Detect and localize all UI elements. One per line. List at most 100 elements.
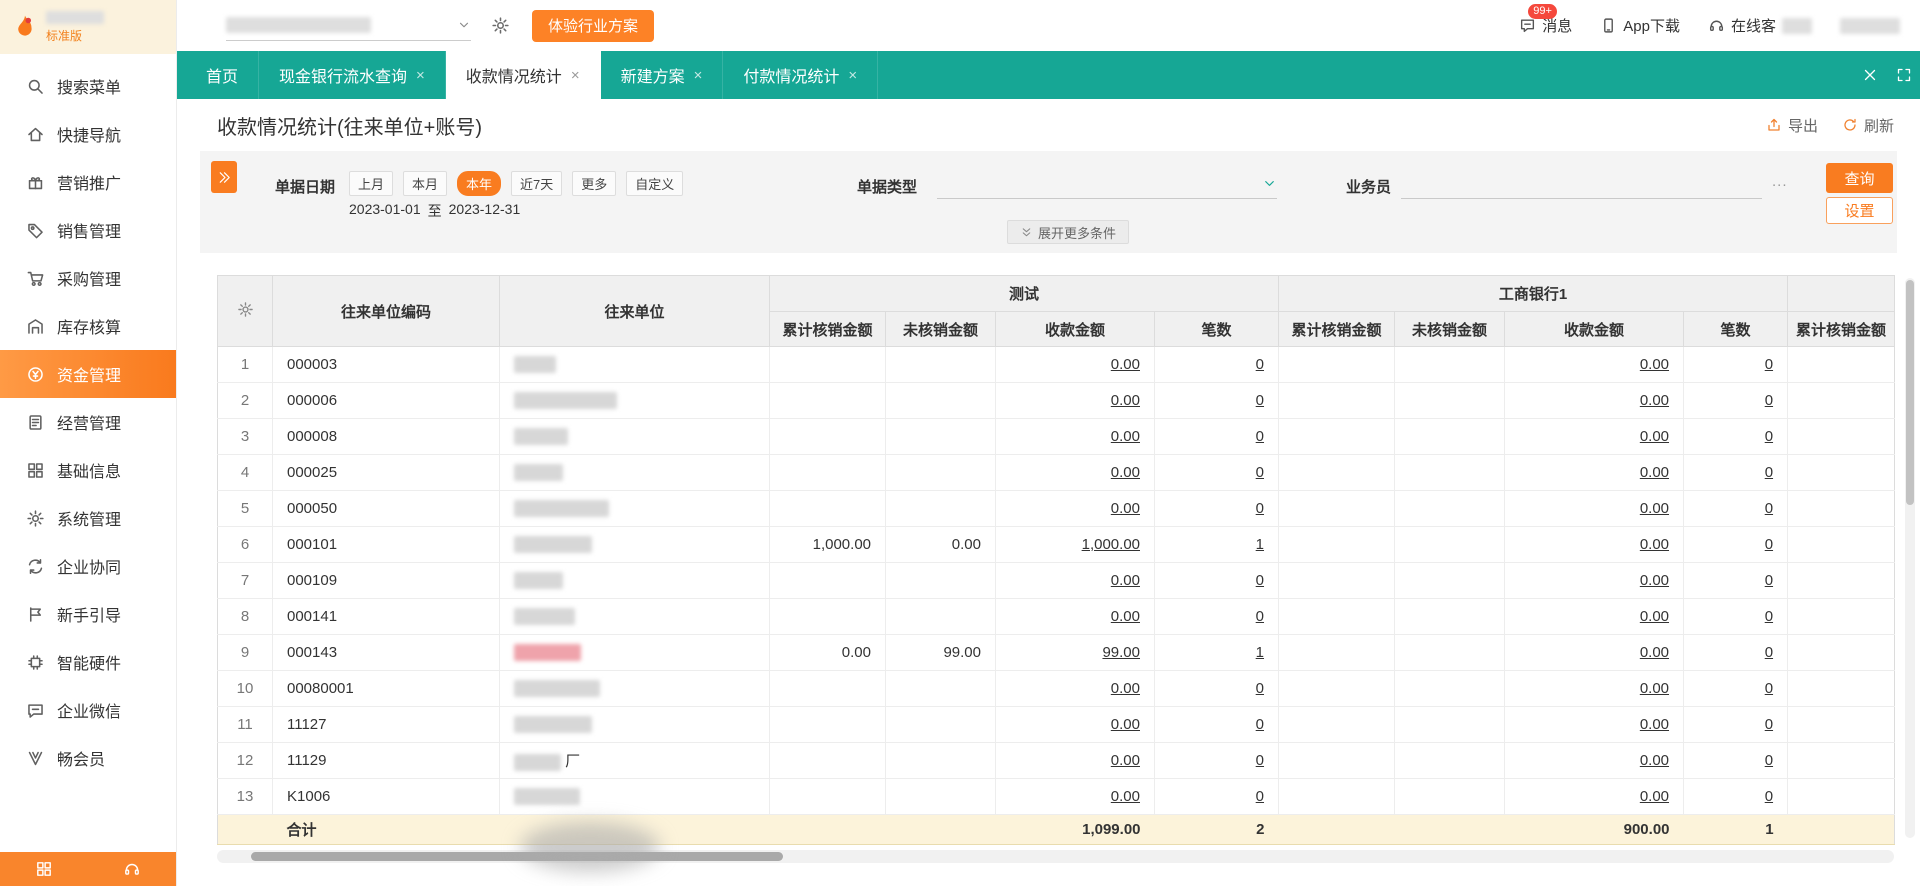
sidebar-item-system[interactable]: 系统管理 bbox=[0, 494, 176, 542]
amount-link[interactable]: 99.00 bbox=[1102, 644, 1140, 661]
amount-link[interactable]: 0.00 bbox=[1111, 500, 1140, 517]
date-chip-0[interactable]: 上月 bbox=[349, 171, 394, 196]
count-link[interactable]: 0 bbox=[1765, 500, 1773, 517]
amount-link[interactable]: 0.00 bbox=[1640, 464, 1669, 481]
count-link[interactable]: 0 bbox=[1765, 644, 1773, 661]
settings-button[interactable]: 设置 bbox=[1826, 197, 1893, 224]
amount-link[interactable]: 0.00 bbox=[1640, 356, 1669, 373]
salesman-more-button[interactable]: ... bbox=[1772, 173, 1788, 190]
date-chip-1[interactable]: 本月 bbox=[403, 171, 448, 196]
trial-button[interactable]: 体验行业方案 bbox=[532, 9, 655, 42]
count-link[interactable]: 0 bbox=[1256, 392, 1264, 409]
tab-4[interactable]: 付款情况统计 × bbox=[723, 51, 879, 99]
count-link[interactable]: 0 bbox=[1256, 428, 1264, 445]
amount-link[interactable]: 0.00 bbox=[1111, 752, 1140, 769]
sidebar-item-wechat[interactable]: 企业微信 bbox=[0, 686, 176, 734]
count-link[interactable]: 1 bbox=[1256, 644, 1264, 661]
amount-link[interactable]: 0.00 bbox=[1640, 536, 1669, 553]
amount-link[interactable]: 0.00 bbox=[1111, 464, 1140, 481]
count-link[interactable]: 0 bbox=[1256, 500, 1264, 517]
messages-button[interactable]: 99+ 消息 bbox=[1519, 4, 1572, 36]
count-link[interactable]: 0 bbox=[1256, 464, 1264, 481]
sidebar-item-operations[interactable]: 经营管理 bbox=[0, 398, 176, 446]
amount-link[interactable]: 0.00 bbox=[1640, 500, 1669, 517]
count-link[interactable]: 0 bbox=[1765, 464, 1773, 481]
amount-link[interactable]: 0.00 bbox=[1111, 392, 1140, 409]
sidebar-item-purchase[interactable]: 采购管理 bbox=[0, 254, 176, 302]
count-link[interactable]: 0 bbox=[1256, 752, 1264, 769]
date-chip-3[interactable]: 近7天 bbox=[511, 171, 563, 196]
amount-link[interactable]: 0.00 bbox=[1640, 392, 1669, 409]
tab-1[interactable]: 现金银行流水查询 × bbox=[259, 51, 446, 99]
amount-link[interactable]: 0.00 bbox=[1640, 572, 1669, 589]
amount-link[interactable]: 1,000.00 bbox=[1082, 536, 1140, 553]
fullscreen-icon[interactable] bbox=[1896, 67, 1912, 83]
count-link[interactable]: 0 bbox=[1765, 608, 1773, 625]
horizontal-scroll-thumb[interactable] bbox=[251, 852, 783, 861]
amount-link[interactable]: 0.00 bbox=[1111, 572, 1140, 589]
refresh-button[interactable]: 刷新 bbox=[1842, 115, 1894, 136]
sidebar-item-marketing[interactable]: 营销推广 bbox=[0, 158, 176, 206]
tab-2[interactable]: 收款情况统计 × bbox=[445, 51, 601, 99]
amount-link[interactable]: 0.00 bbox=[1640, 716, 1669, 733]
amount-link[interactable]: 0.00 bbox=[1111, 716, 1140, 733]
support-headset-icon[interactable] bbox=[123, 860, 141, 878]
count-link[interactable]: 0 bbox=[1256, 716, 1264, 733]
query-button[interactable]: 查询 bbox=[1826, 163, 1893, 193]
export-button[interactable]: 导出 bbox=[1766, 115, 1818, 136]
count-link[interactable]: 0 bbox=[1765, 572, 1773, 589]
tab-3[interactable]: 新建方案 × bbox=[601, 51, 724, 99]
gear-icon[interactable] bbox=[491, 16, 510, 35]
amount-link[interactable]: 0.00 bbox=[1111, 428, 1140, 445]
count-link[interactable]: 0 bbox=[1765, 356, 1773, 373]
count-link[interactable]: 0 bbox=[1256, 788, 1264, 805]
count-link[interactable]: 0 bbox=[1765, 536, 1773, 553]
date-range[interactable]: 2023-01-01 至 2023-12-31 bbox=[349, 201, 520, 221]
tab-close-icon[interactable]: × bbox=[416, 67, 425, 84]
count-link[interactable]: 0 bbox=[1765, 716, 1773, 733]
horizontal-scrollbar[interactable] bbox=[217, 850, 1894, 863]
tab-close-icon[interactable]: × bbox=[848, 67, 857, 84]
sidebar-item-sales[interactable]: 销售管理 bbox=[0, 206, 176, 254]
vertical-scroll-thumb[interactable] bbox=[1906, 280, 1914, 505]
date-chip-5[interactable]: 自定义 bbox=[626, 171, 684, 196]
collapse-filter-button[interactable] bbox=[211, 161, 237, 193]
amount-link[interactable]: 0.00 bbox=[1111, 356, 1140, 373]
sidebar-item-guide[interactable]: 新手引导 bbox=[0, 590, 176, 638]
org-select[interactable] bbox=[226, 11, 471, 41]
amount-link[interactable]: 0.00 bbox=[1111, 788, 1140, 805]
count-link[interactable]: 1 bbox=[1256, 536, 1264, 553]
amount-link[interactable]: 0.00 bbox=[1640, 752, 1669, 769]
amount-link[interactable]: 0.00 bbox=[1111, 608, 1140, 625]
count-link[interactable]: 0 bbox=[1765, 428, 1773, 445]
count-link[interactable]: 0 bbox=[1256, 680, 1264, 697]
count-link[interactable]: 0 bbox=[1256, 572, 1264, 589]
amount-link[interactable]: 0.00 bbox=[1640, 428, 1669, 445]
column-settings-icon[interactable] bbox=[237, 301, 254, 318]
amount-link[interactable]: 0.00 bbox=[1111, 680, 1140, 697]
sidebar-item-inventory[interactable]: 库存核算 bbox=[0, 302, 176, 350]
date-from[interactable]: 2023-01-01 bbox=[349, 201, 421, 221]
date-chip-2[interactable]: 本年 bbox=[457, 171, 502, 196]
sidebar-item-funds[interactable]: 资金管理 bbox=[0, 350, 176, 398]
count-link[interactable]: 0 bbox=[1256, 608, 1264, 625]
close-tabs-icon[interactable] bbox=[1862, 67, 1878, 83]
count-link[interactable]: 0 bbox=[1765, 788, 1773, 805]
tab-close-icon[interactable]: × bbox=[571, 67, 580, 84]
date-to[interactable]: 2023-12-31 bbox=[449, 201, 521, 221]
tab-0[interactable]: 首页 bbox=[186, 51, 260, 99]
online-service-button[interactable]: 在线客 bbox=[1708, 15, 1812, 36]
count-link[interactable]: 0 bbox=[1765, 392, 1773, 409]
amount-link[interactable]: 0.00 bbox=[1640, 644, 1669, 661]
amount-link[interactable]: 0.00 bbox=[1640, 680, 1669, 697]
tab-close-icon[interactable]: × bbox=[694, 67, 703, 84]
vertical-scrollbar[interactable] bbox=[1905, 278, 1915, 838]
amount-link[interactable]: 0.00 bbox=[1640, 608, 1669, 625]
sidebar-item-member[interactable]: 畅会员 bbox=[0, 734, 176, 782]
salesman-input[interactable] bbox=[1401, 169, 1762, 199]
date-chip-4[interactable]: 更多 bbox=[572, 171, 617, 196]
sidebar-item-basic-info[interactable]: 基础信息 bbox=[0, 446, 176, 494]
count-link[interactable]: 0 bbox=[1765, 752, 1773, 769]
apps-grid-icon[interactable] bbox=[35, 860, 53, 878]
amount-link[interactable]: 0.00 bbox=[1640, 788, 1669, 805]
